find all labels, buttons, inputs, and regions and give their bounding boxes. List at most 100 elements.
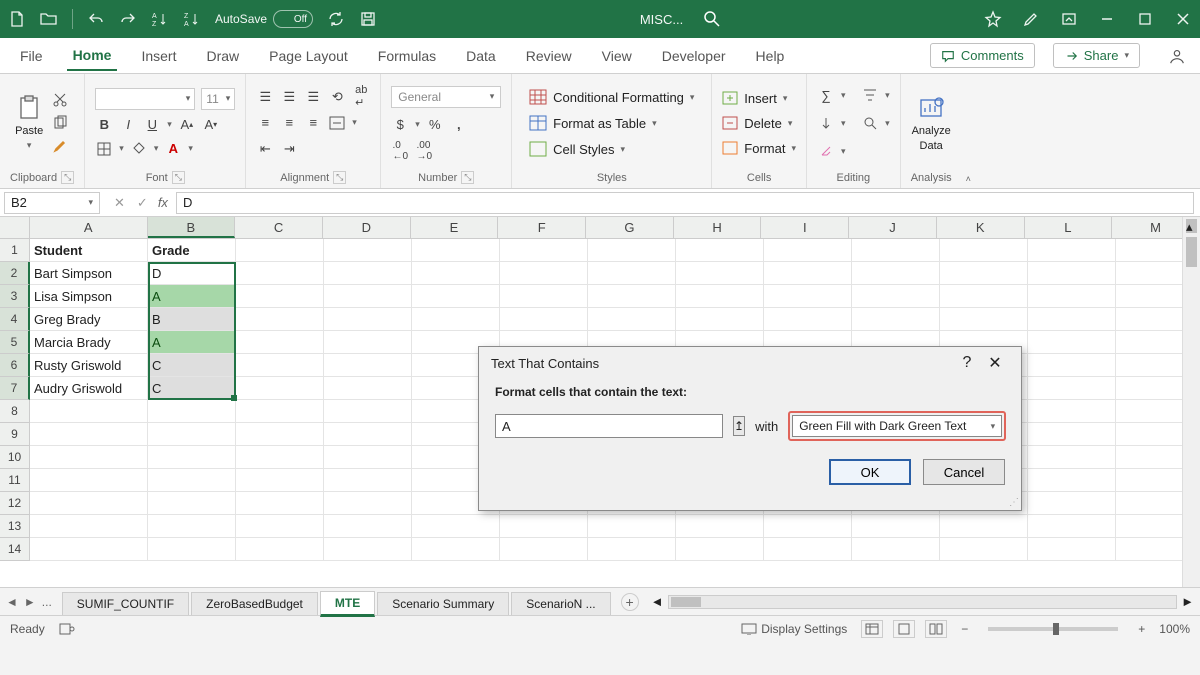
macro-record-icon[interactable] [59,622,75,636]
bold-icon[interactable]: B [95,116,113,134]
hscroll-left[interactable]: ◄ [651,594,664,609]
underline-icon[interactable]: U [143,116,161,134]
col-header-J[interactable]: J [849,217,937,238]
alignment-launcher[interactable]: ⤡ [333,171,346,184]
tab-review[interactable]: Review [520,42,578,70]
tab-developer[interactable]: Developer [656,42,732,70]
cell-B1[interactable]: Grade [148,239,236,262]
delete-cells-button[interactable]: Delete▾ [722,116,792,131]
sheet-tab-1[interactable]: ZeroBasedBudget [191,592,318,615]
cell-B4[interactable]: B [148,308,236,331]
share-button[interactable]: Share ▾ [1053,43,1140,68]
name-box[interactable]: B2▾ [4,192,100,214]
currency-icon[interactable]: $ [391,116,409,134]
cell-styles-button[interactable]: Cell Styles▾ [529,141,625,157]
zoom-slider[interactable] [988,627,1118,631]
ok-button[interactable]: OK [829,459,911,485]
tab-view[interactable]: View [596,42,638,70]
sort-filter-icon[interactable] [861,86,879,104]
redo-icon[interactable] [119,10,137,28]
merge-icon[interactable] [328,114,346,132]
inc-indent-icon[interactable]: ⇥ [280,140,298,158]
zoom-level[interactable]: 100% [1159,622,1190,636]
tab-draw[interactable]: Draw [200,42,245,70]
refresh-icon[interactable] [327,10,345,28]
cell-A1[interactable]: Student [30,239,148,262]
shrink-font-icon[interactable]: A▾ [202,116,220,134]
cell-A4[interactable]: Greg Brady [30,308,148,331]
tab-file[interactable]: File [14,42,49,70]
cell-B6[interactable]: C [148,354,236,377]
select-all-corner[interactable] [0,217,30,238]
font-color-icon[interactable]: A [164,140,182,158]
conditional-formatting-button[interactable]: Conditional Formatting▾ [529,89,694,105]
tab-page-layout[interactable]: Page Layout [263,42,354,70]
font-size-combo[interactable]: 11▾ [201,88,235,110]
insert-cells-button[interactable]: Insert▾ [722,91,787,106]
cell-A3[interactable]: Lisa Simpson [30,285,148,308]
fx-icon[interactable]: fx [158,195,176,210]
row-header-2[interactable]: 2 [0,262,30,285]
font-launcher[interactable]: ⤡ [172,171,185,184]
maximize-icon[interactable] [1136,10,1154,28]
align-left-icon[interactable]: ≡ [256,114,274,132]
analyze-data-button[interactable]: Analyze Data [912,94,951,152]
cell-B5[interactable]: A [148,331,236,354]
display-settings-button[interactable]: Display Settings [741,622,847,636]
paste-button[interactable]: Paste ▾ [15,94,43,151]
align-right-icon[interactable]: ≡ [304,114,322,132]
cell-B2[interactable]: D [148,262,236,285]
col-header-E[interactable]: E [411,217,499,238]
find-icon[interactable] [861,114,879,132]
inc-decimal-icon[interactable]: .0←0 [391,142,409,160]
col-header-I[interactable]: I [761,217,849,238]
cancel-button[interactable]: Cancel [923,459,1005,485]
sheet-tab-2[interactable]: MTE [320,591,375,617]
fill-icon[interactable] [817,114,835,132]
col-header-K[interactable]: K [937,217,1025,238]
horizontal-scrollbar[interactable] [668,595,1178,609]
dialog-text-input[interactable]: A [495,414,723,438]
font-name-combo[interactable]: ▾ [95,88,195,110]
normal-view-icon[interactable] [861,620,883,638]
premium-icon[interactable] [984,10,1002,28]
grow-font-icon[interactable]: A▴ [178,116,196,134]
row-header-8[interactable]: 8 [0,400,30,423]
row-header-13[interactable]: 13 [0,515,30,538]
row-header-11[interactable]: 11 [0,469,30,492]
format-as-table-button[interactable]: Format as Table▾ [529,115,657,131]
page-layout-view-icon[interactable] [893,620,915,638]
border-icon[interactable] [95,140,113,158]
format-combo[interactable]: Green Fill with Dark Green Text▾ [792,415,1002,437]
row-header-9[interactable]: 9 [0,423,30,446]
row-header-10[interactable]: 10 [0,446,30,469]
col-header-B[interactable]: B [148,217,236,238]
tab-insert[interactable]: Insert [135,42,182,70]
comments-button[interactable]: Comments [930,43,1035,68]
autosave-toggle[interactable]: Off [273,10,313,28]
orientation-icon[interactable]: ⟲ [328,88,346,106]
format-painter-icon[interactable] [51,137,69,155]
range-picker-icon[interactable]: ↥ [733,416,745,436]
row-header-7[interactable]: 7 [0,377,30,400]
row-header-5[interactable]: 5 [0,331,30,354]
cell-B7[interactable]: C [148,377,236,400]
save-icon[interactable] [359,10,377,28]
number-launcher[interactable]: ⤡ [461,171,474,184]
col-header-A[interactable]: A [30,217,148,238]
tab-formulas[interactable]: Formulas [372,42,442,70]
undo-icon[interactable] [87,10,105,28]
new-file-icon[interactable] [8,10,26,28]
col-header-C[interactable]: C [235,217,323,238]
cell-B3[interactable]: A [148,285,236,308]
col-header-L[interactable]: L [1025,217,1113,238]
sort-desc-icon[interactable]: ZA [183,10,201,28]
col-header-H[interactable]: H [674,217,762,238]
zoom-out-button[interactable]: − [961,622,968,636]
align-bottom-icon[interactable]: ☰ [304,88,322,106]
tab-help[interactable]: Help [750,42,791,70]
fill-color-icon[interactable] [130,140,148,158]
col-header-D[interactable]: D [323,217,411,238]
formula-input[interactable]: D [176,192,1194,214]
comma-icon[interactable]: , [450,116,468,134]
